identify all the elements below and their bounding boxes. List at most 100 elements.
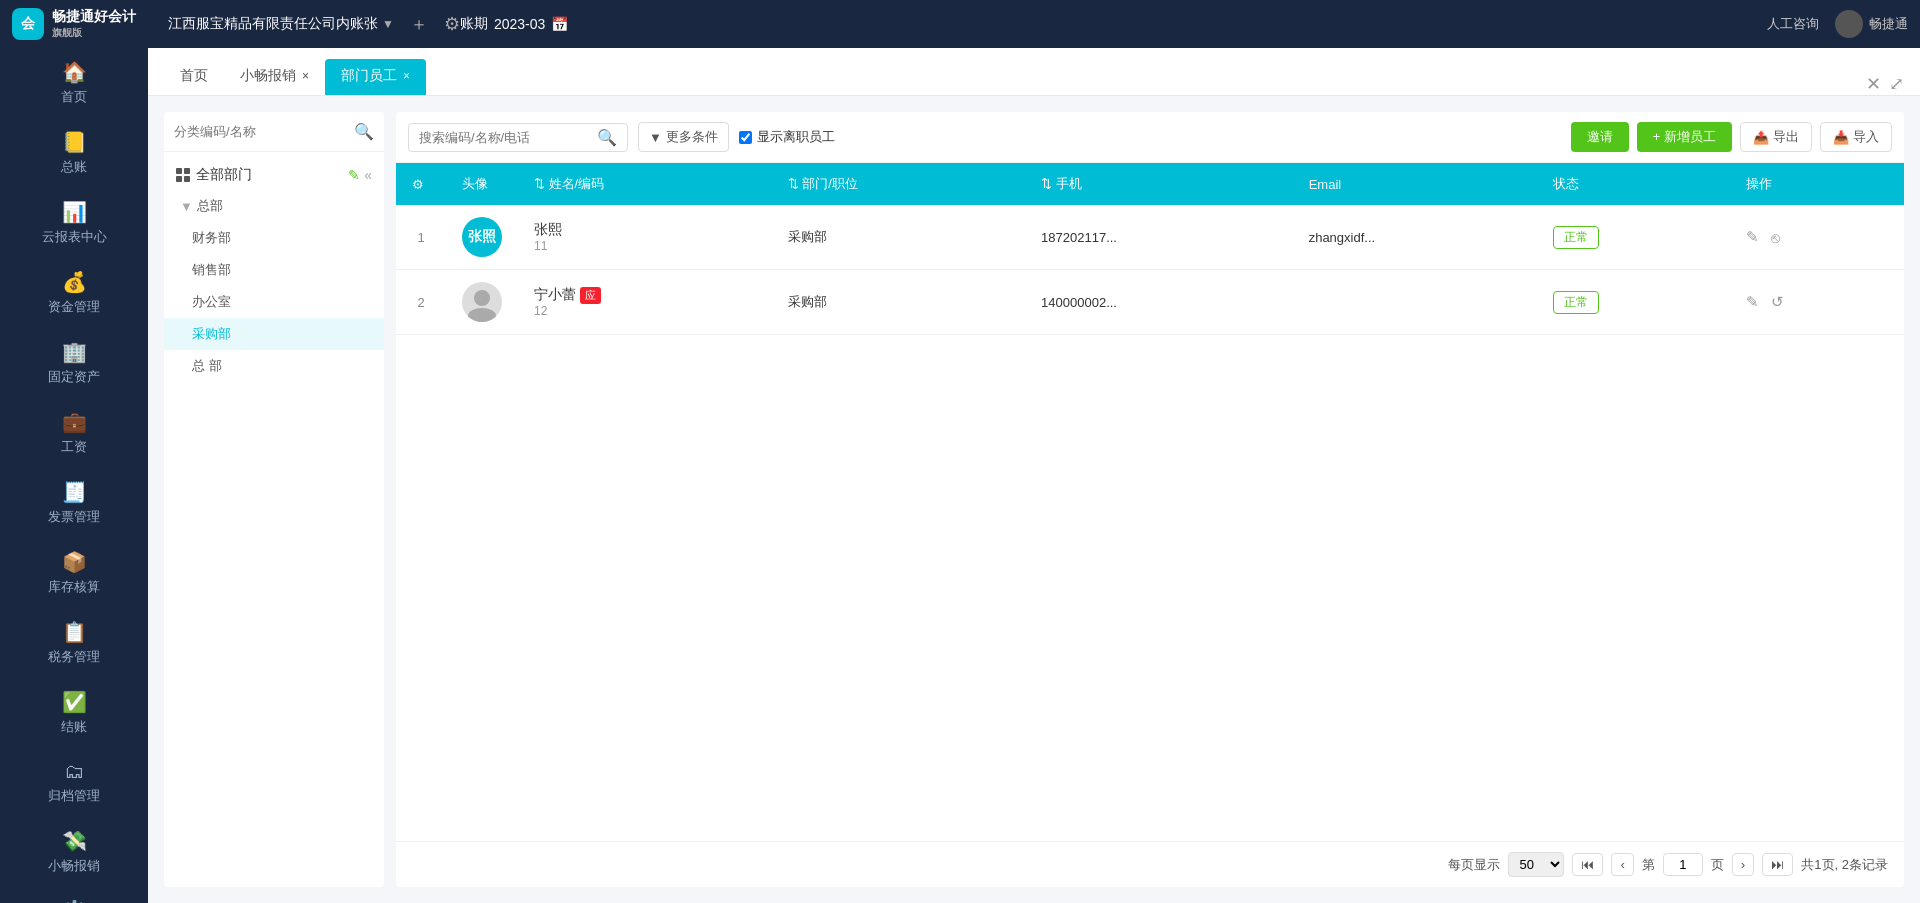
tab-expand-icon[interactable]: ⤢ (1889, 73, 1904, 95)
emp-name: 张熙 (534, 221, 756, 239)
sidebar-item-expense[interactable]: 💸 小畅报销 (0, 817, 148, 887)
sidebar-item-funds[interactable]: 💰 资金管理 (0, 258, 148, 328)
tab-expense[interactable]: 小畅报销 × (224, 59, 325, 95)
edit-icon[interactable]: ✎ (1746, 293, 1759, 311)
avatar-cell (446, 270, 518, 335)
tabs-right: ✕ ⤢ (1866, 73, 1904, 95)
phone-cell: 140000002... (1025, 270, 1293, 335)
sidebar-item-reports[interactable]: 📊 云报表中心 (0, 188, 148, 258)
sidebar-item-tax[interactable]: 📋 税务管理 (0, 608, 148, 678)
dept-item-office[interactable]: 办公室 (164, 286, 384, 318)
calendar-icon[interactable]: 📅 (551, 16, 568, 32)
app-name: 畅捷通好会计 (52, 8, 136, 26)
export-btn[interactable]: 📤 导出 (1740, 122, 1812, 152)
pg-first-btn[interactable]: ⏮ (1572, 853, 1603, 876)
edit-icon[interactable]: ✎ (1746, 228, 1759, 246)
assets-icon: 🏢 (62, 340, 87, 364)
logo-icon: 会 (12, 8, 44, 40)
export-label: 导出 (1773, 128, 1799, 146)
add-icon[interactable]: ＋ (410, 12, 428, 36)
table-row: 2 宁小蕾 应 (396, 270, 1904, 335)
emp-tag: 应 (580, 287, 601, 304)
tab-close-all-icon[interactable]: ✕ (1866, 73, 1881, 95)
pg-total-label: 共1页, 2条记录 (1801, 856, 1888, 874)
tab-dept-emp-close[interactable]: × (403, 69, 410, 83)
logout-icon[interactable]: ⎋ (1771, 229, 1780, 246)
sidebar-item-inventory[interactable]: 📦 库存核算 (0, 538, 148, 608)
sidebar-item-checkout[interactable]: ✅ 结账 (0, 678, 148, 748)
tab-expense-close[interactable]: × (302, 69, 309, 83)
emp-panel: 🔍 ▼ 更多条件 显示离职员工 邀请 + 新增员工 📤 (396, 112, 1904, 887)
col-name-code[interactable]: ⇅ 姓名/编码 (518, 163, 772, 205)
dept-item-hq[interactable]: ▼ 总部 (164, 190, 384, 222)
tab-home[interactable]: 首页 (164, 59, 224, 95)
invite-btn[interactable]: 邀请 (1571, 122, 1629, 152)
emp-search-input[interactable] (419, 130, 591, 145)
app-sub: 旗舰版 (52, 26, 136, 40)
archive-icon: 🗂 (64, 760, 84, 783)
show-resigned-label[interactable]: 显示离职员工 (739, 128, 835, 146)
pg-next-btn[interactable]: › (1732, 853, 1754, 876)
phone-cell: 187202117... (1025, 205, 1293, 270)
action-cell: ✎ ↺ (1730, 270, 1904, 335)
dept-collapse-icon[interactable]: « (364, 167, 372, 183)
support-btn[interactable]: 人工咨询 (1767, 15, 1819, 33)
settings-icon[interactable]: ⚙ (444, 13, 460, 35)
user-avatar (1835, 10, 1863, 38)
sidebar: 🏠 首页 📒 总账 📊 云报表中心 💰 资金管理 🏢 固定资产 💼 工资 🧾 发… (0, 48, 148, 903)
name-code-cell: 张熙 11 (518, 205, 772, 270)
filter-more-btn[interactable]: ▼ 更多条件 (638, 122, 729, 152)
dept-search-input[interactable] (174, 124, 348, 139)
pg-last-btn[interactable]: ⏭ (1762, 853, 1793, 876)
status-cell: 正常 (1537, 270, 1730, 335)
tab-expense-label: 小畅报销 (240, 67, 296, 85)
col-settings[interactable]: ⚙ (396, 163, 446, 205)
sidebar-item-settings[interactable]: ⚙️ 基础设置 (0, 887, 148, 903)
col-phone[interactable]: ⇅ 手机 (1025, 163, 1293, 205)
dept-tree: 全部部门 ✎ « ▼ 总部 财务部 销售部 办公室 采购部 (164, 152, 384, 887)
svg-point-1 (468, 308, 496, 322)
sidebar-item-ledger[interactable]: 📒 总账 (0, 118, 148, 188)
dept-edit-icon[interactable]: ✎ (348, 167, 360, 183)
all-dept-header[interactable]: 全部部门 ✎ « (164, 160, 384, 190)
emp-search-icon[interactable]: 🔍 (597, 128, 617, 147)
pg-prev-btn[interactable]: ‹ (1611, 853, 1633, 876)
dept-item-purchase[interactable]: 采购部 (164, 318, 384, 350)
content-area: 首页 小畅报销 × 部门员工 × ✕ ⤢ 🔍 (148, 48, 1920, 903)
import-icon: 📥 (1833, 130, 1849, 145)
checkout-icon: ✅ (62, 690, 87, 714)
period-value: 2023-03 (494, 16, 545, 32)
refresh-icon[interactable]: ↺ (1771, 293, 1784, 311)
dept-item-hq2[interactable]: 总 部 (164, 350, 384, 382)
sidebar-item-invoice[interactable]: 🧾 发票管理 (0, 468, 148, 538)
sidebar-item-home[interactable]: 🏠 首页 (0, 48, 148, 118)
app-logo: 会 畅捷通好会计 旗舰版 (12, 8, 160, 40)
add-emp-btn[interactable]: + 新增员工 (1637, 122, 1732, 152)
sidebar-item-label: 发票管理 (48, 508, 100, 526)
sidebar-item-assets[interactable]: 🏢 固定资产 (0, 328, 148, 398)
period-display: 账期 2023-03 📅 (460, 15, 568, 33)
col-action: 操作 (1730, 163, 1904, 205)
company-dropdown-icon[interactable]: ▼ (382, 17, 394, 31)
sidebar-item-archive[interactable]: 🗂 归档管理 (0, 748, 148, 817)
company-name[interactable]: 江西服宝精品有限责任公司内账张 ▼ (168, 15, 394, 33)
import-btn[interactable]: 📥 导入 (1820, 122, 1892, 152)
sidebar-item-salary[interactable]: 💼 工资 (0, 398, 148, 468)
emp-code: 11 (534, 239, 756, 253)
dept-item-finance[interactable]: 财务部 (164, 222, 384, 254)
dept-item-sales[interactable]: 销售部 (164, 254, 384, 286)
svg-point-0 (474, 290, 490, 306)
sidebar-item-label: 总账 (61, 158, 87, 176)
dept-search-icon[interactable]: 🔍 (354, 122, 374, 141)
emp-search-box: 🔍 (408, 123, 628, 152)
tax-icon: 📋 (62, 620, 87, 644)
user-menu[interactable]: 畅捷通 (1835, 10, 1908, 38)
tab-dept-emp[interactable]: 部门员工 × (325, 59, 426, 95)
show-resigned-checkbox[interactable] (739, 131, 752, 144)
pg-input[interactable] (1663, 853, 1703, 876)
col-dept-pos[interactable]: ⇅ 部门/职位 (772, 163, 1026, 205)
dept-grid-icon (176, 168, 190, 182)
sidebar-item-label: 首页 (61, 88, 87, 106)
per-page-select[interactable]: 50 10 20 100 (1508, 852, 1564, 877)
dept-expand-icon: ▼ (180, 199, 193, 214)
